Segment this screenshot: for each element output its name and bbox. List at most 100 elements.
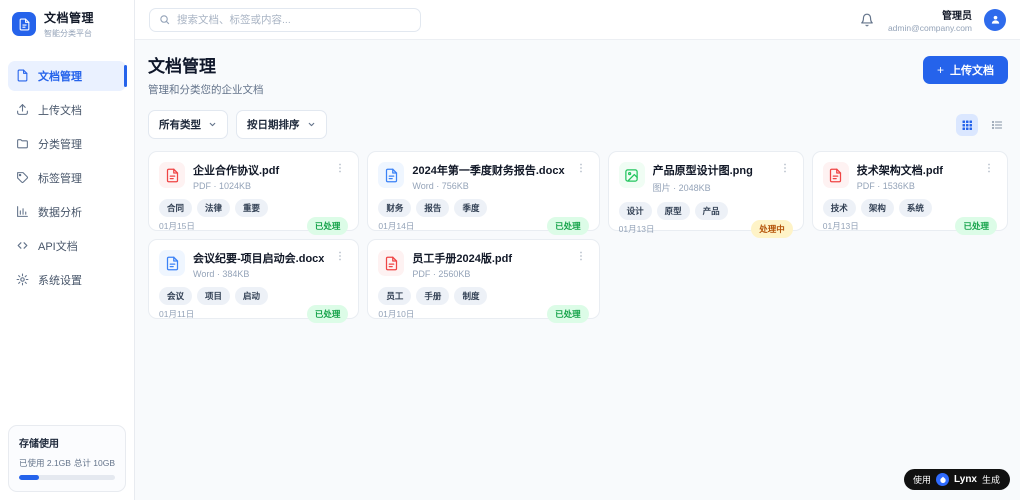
tag-pill[interactable]: 财务: [378, 199, 412, 217]
sidebar-item-label: 上传文档: [38, 105, 82, 117]
sidebar-item-document[interactable]: 文档管理: [8, 61, 127, 91]
grid-icon: [962, 120, 972, 130]
document-date: 01月11日: [159, 309, 195, 319]
sort-select[interactable]: 按日期排序: [236, 110, 327, 139]
tag-row: 会议 项目 启动: [159, 287, 348, 305]
pdf-file-icon: [159, 162, 185, 188]
sidebar-nav: 文档管理 上传文档 分类管理 标签管理 数据分析 API文档 系统设置: [0, 47, 134, 309]
type-filter-select[interactable]: 所有类型: [148, 110, 228, 139]
ellipsis-vertical-icon: [988, 163, 990, 173]
chart-icon: [16, 205, 30, 219]
document-meta: 图片 · 2048KB: [652, 183, 711, 193]
storage-progressbar: [19, 475, 115, 480]
list-view-button[interactable]: [986, 114, 1008, 136]
document-name: 员工手册2024版.pdf: [412, 253, 513, 265]
tag-pill[interactable]: 技术: [822, 199, 856, 217]
badge-prefix: 使用: [913, 475, 932, 485]
status-badge: 已处理: [955, 217, 997, 235]
tag-pill[interactable]: 报告: [416, 199, 450, 217]
sidebar-item-folder[interactable]: 分类管理: [8, 129, 126, 159]
document-card[interactable]: 产品原型设计图.png 图片 · 2048KB 设计 原型 产品 01月13日 处理…: [607, 151, 804, 238]
sidebar-item-label: 数据分析: [38, 207, 82, 219]
page-title: 文档管理: [148, 57, 216, 76]
tag-pill[interactable]: 季度: [454, 199, 488, 217]
sidebar-item-gear[interactable]: 系统设置: [8, 265, 126, 295]
card-menu-button[interactable]: [981, 162, 997, 174]
document-card[interactable]: 企业合作协议.pdf PDF · 1024KB 合同 法律 重要 01月15日 已处…: [148, 151, 360, 235]
document-card[interactable]: 员工手册2024版.pdf PDF · 2560KB 员工 手册 制度 01月10日…: [367, 239, 600, 323]
document-date: 01月15日: [159, 221, 195, 231]
status-badge: 已处理: [306, 217, 349, 235]
tag-row: 设计 原型 产品: [618, 202, 793, 220]
card-menu-button[interactable]: [777, 162, 793, 174]
document-icon: [16, 69, 30, 83]
app-title: 文档管理: [44, 11, 95, 25]
folder-icon: [16, 137, 30, 151]
storage-used: 已使用 2.1GB: [19, 458, 71, 468]
user-email: admin@company.com: [887, 22, 972, 33]
chevron-down-icon: [308, 122, 314, 127]
document-card[interactable]: 会议纪要-项目启动会.docx Word · 384KB 会议 项目 启动 01月1…: [148, 239, 360, 323]
tag-pill[interactable]: 重要: [235, 199, 269, 217]
upload-document-button[interactable]: + 上传文档: [922, 56, 1008, 84]
card-menu-button[interactable]: [332, 250, 348, 262]
tag-row: 员工 手册 制度: [378, 287, 588, 305]
plus-icon: +: [936, 63, 944, 77]
sidebar: 文档管理 智能分类平台 文档管理 上传文档 分类管理 标签管理 数据分析 API…: [0, 0, 135, 500]
tag-pill[interactable]: 系统: [898, 199, 932, 217]
ellipsis-vertical-icon: [339, 163, 342, 173]
app-logo-block: 文档管理 智能分类平台: [0, 0, 134, 47]
word-file-icon: [159, 250, 185, 276]
sidebar-item-label: 标签管理: [38, 173, 82, 185]
sidebar-item-label: 文档管理: [38, 71, 82, 83]
bell-icon: [861, 13, 873, 26]
search-input[interactable]: [177, 13, 411, 26]
sidebar-item-code[interactable]: API文档: [8, 231, 126, 261]
search-box[interactable]: [149, 7, 421, 32]
sidebar-item-tag[interactable]: 标签管理: [8, 163, 126, 193]
pdf-file-icon: [822, 162, 849, 188]
tag-row: 合同 法律 重要: [159, 199, 348, 217]
document-card[interactable]: 2024年第一季度财务报告.docx Word · 756KB 财务 报告 季度 0…: [367, 151, 600, 235]
image-file-icon: [618, 162, 645, 188]
tag-pill[interactable]: 产品: [694, 202, 728, 220]
user-name: 管理员: [942, 10, 972, 22]
sort-select-value: 按日期排序: [247, 119, 300, 131]
card-menu-button[interactable]: [573, 250, 589, 262]
grid-view-button[interactable]: [956, 113, 978, 136]
tag-pill[interactable]: 会议: [159, 287, 193, 305]
tag-pill[interactable]: 合同: [159, 199, 193, 217]
storage-total: 总计 10GB: [73, 458, 115, 468]
sidebar-item-chart[interactable]: 数据分析: [8, 197, 126, 227]
sidebar-item-label: 分类管理: [38, 139, 82, 151]
tag-pill[interactable]: 手册: [416, 287, 450, 305]
tag-pill[interactable]: 项目: [197, 287, 231, 305]
card-menu-button[interactable]: [332, 162, 348, 174]
document-date: 01月14日: [378, 221, 415, 231]
avatar[interactable]: [984, 8, 1006, 31]
storage-progress-fill: [19, 475, 40, 480]
card-menu-button[interactable]: [573, 162, 589, 174]
tag-pill[interactable]: 设计: [618, 202, 652, 220]
notifications-button[interactable]: [858, 11, 876, 29]
tag-pill[interactable]: 法律: [197, 199, 231, 217]
user-info: 管理员 admin@company.com: [888, 7, 972, 33]
status-badge: 已处理: [547, 217, 589, 235]
tag-pill[interactable]: 制度: [454, 287, 488, 305]
status-badge: 处理中: [751, 220, 793, 238]
main-content: 文档管理 管理和分类您的企业文档 + 上传文档 所有类型 按日期排序 企业合作协…: [135, 40, 1020, 500]
page-subtitle: 管理和分类您的企业文档: [148, 84, 264, 96]
tag-pill[interactable]: 架构: [860, 199, 894, 217]
document-name: 企业合作协议.pdf: [193, 165, 280, 177]
lynx-generated-badge[interactable]: 使用 Lynx 生成: [904, 469, 1010, 490]
document-name: 会议纪要-项目启动会.docx: [193, 253, 325, 265]
document-card[interactable]: 技术架构文档.pdf PDF · 1536KB 技术 架构 系统 01月13日 已处…: [811, 151, 1008, 235]
tag-pill[interactable]: 原型: [656, 202, 690, 220]
document-date: 01月13日: [618, 224, 655, 234]
tag-pill[interactable]: 员工: [378, 287, 412, 305]
lynx-logo-icon: [936, 473, 950, 486]
storage-panel: 存储使用 已使用 2.1GB 总计 10GB: [8, 425, 126, 492]
sidebar-item-upload[interactable]: 上传文档: [8, 95, 126, 125]
status-badge: 已处理: [547, 305, 589, 323]
tag-pill[interactable]: 启动: [235, 287, 269, 305]
